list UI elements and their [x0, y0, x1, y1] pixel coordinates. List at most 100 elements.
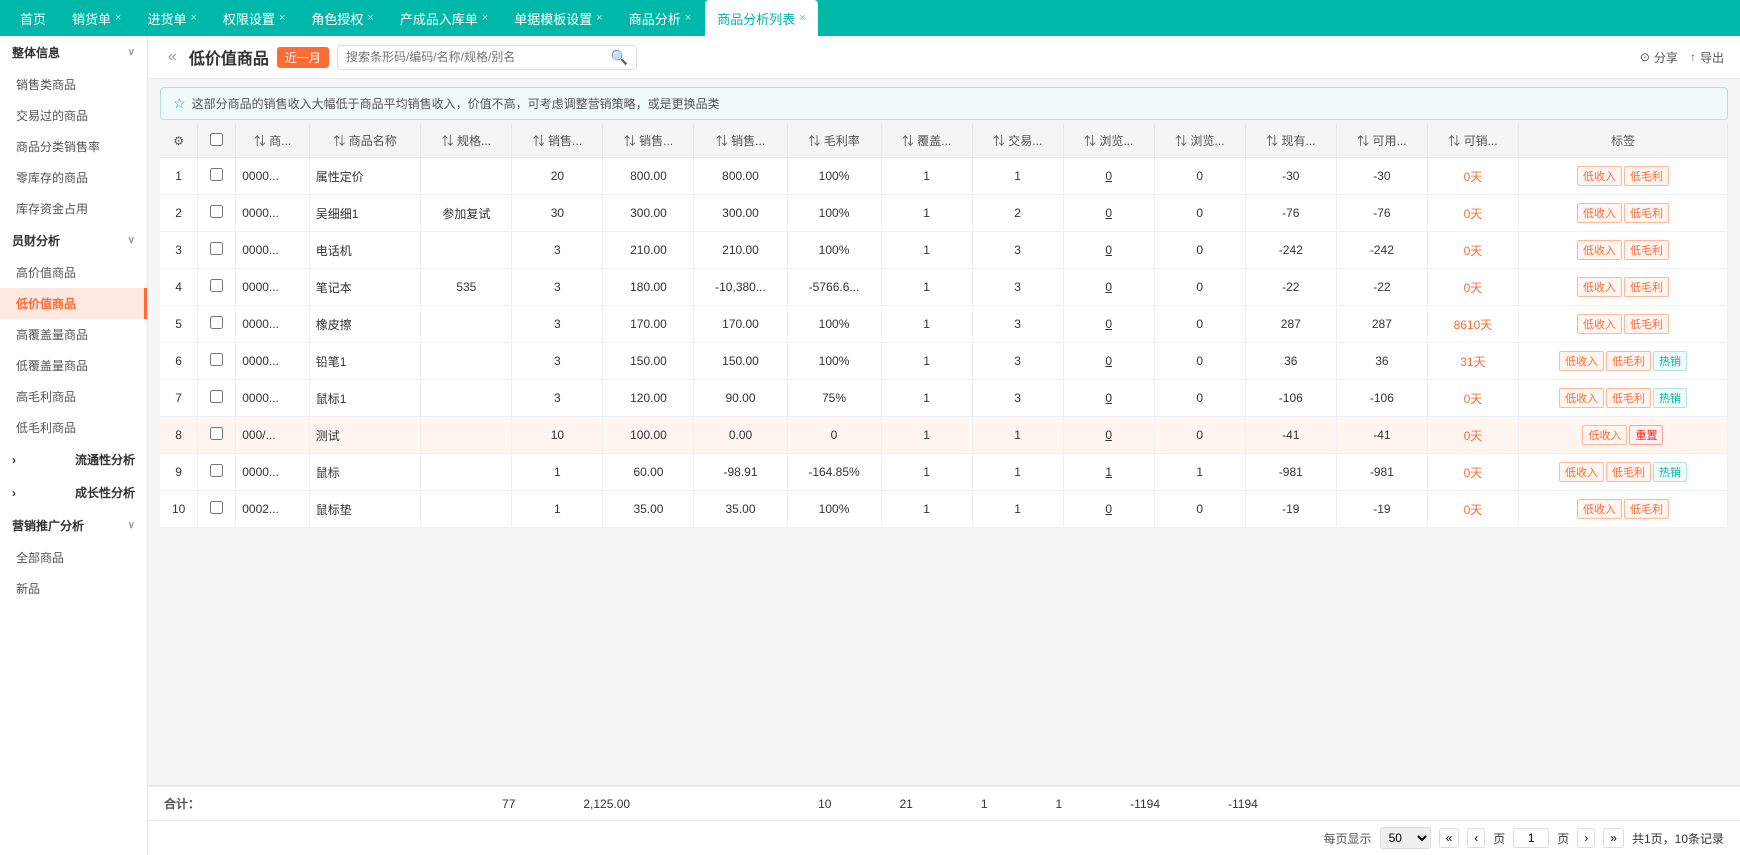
nav-role-auth[interactable]: 角色授权 ×: [299, 0, 385, 36]
sidebar-item-low-margin[interactable]: 低毛利商品: [0, 412, 147, 443]
page-size-select[interactable]: 50 100: [1380, 827, 1431, 849]
export-button[interactable]: ↑ 导出: [1690, 49, 1724, 66]
row-select-checkbox[interactable]: [210, 353, 223, 366]
close-icon[interactable]: ×: [596, 12, 602, 24]
search-input[interactable]: [346, 50, 611, 64]
browse-link[interactable]: 0: [1105, 391, 1112, 405]
search-icon[interactable]: 🔍: [611, 49, 628, 66]
row-select-checkbox[interactable]: [210, 464, 223, 477]
row-select-checkbox[interactable]: [210, 205, 223, 218]
settings-col-header[interactable]: ⚙: [160, 124, 198, 158]
row-settings[interactable]: 4: [160, 269, 198, 306]
row-select-checkbox[interactable]: [210, 279, 223, 292]
browse-link[interactable]: 0: [1105, 317, 1112, 331]
sidebar-item-high-margin[interactable]: 高毛利商品: [0, 381, 147, 412]
close-icon[interactable]: ×: [799, 12, 805, 24]
close-icon[interactable]: ×: [279, 12, 285, 24]
row-settings[interactable]: 7: [160, 380, 198, 417]
row-checkbox[interactable]: [198, 454, 236, 491]
sidebar-group-growth[interactable]: › 成长性分析: [0, 476, 147, 509]
nav-template-settings[interactable]: 单据模板设置 ×: [502, 0, 614, 36]
row-settings[interactable]: 6: [160, 343, 198, 380]
row-settings[interactable]: 8: [160, 417, 198, 454]
sidebar-item-high-coverage[interactable]: 高覆盖量商品: [0, 319, 147, 350]
saleable-col-header[interactable]: ⇅ 可销...: [1427, 124, 1518, 158]
sales-amt-col-header[interactable]: ⇅ 销售...: [603, 124, 694, 158]
row-select-checkbox[interactable]: [210, 390, 223, 403]
close-icon[interactable]: ×: [190, 12, 196, 24]
close-icon[interactable]: ×: [482, 12, 488, 24]
row-browse1[interactable]: 1: [1063, 454, 1154, 491]
row-browse1[interactable]: 0: [1063, 343, 1154, 380]
sales-qty-col-header[interactable]: ⇅ 销售...: [512, 124, 603, 158]
sidebar-item-traded[interactable]: 交易过的商品: [0, 100, 147, 131]
row-settings[interactable]: 9: [160, 454, 198, 491]
row-browse1[interactable]: 0: [1063, 269, 1154, 306]
row-checkbox[interactable]: [198, 343, 236, 380]
code-col-header[interactable]: ⇅ 商...: [236, 124, 310, 158]
gross-rate-col-header[interactable]: ⇅ 毛利率: [787, 124, 881, 158]
row-settings[interactable]: 2: [160, 195, 198, 232]
row-browse1[interactable]: 0: [1063, 232, 1154, 269]
sidebar-group-marketing[interactable]: 营销推广分析 ∨: [0, 509, 147, 542]
row-settings[interactable]: 10: [160, 491, 198, 528]
row-checkbox[interactable]: [198, 269, 236, 306]
sidebar-item-low-value[interactable]: 低价值商品: [0, 288, 147, 319]
browse-link[interactable]: 0: [1105, 280, 1112, 294]
row-browse1[interactable]: 0: [1063, 417, 1154, 454]
sidebar-item-high-value[interactable]: 高价值商品: [0, 257, 147, 288]
last-page-button[interactable]: »: [1603, 828, 1624, 848]
share-button[interactable]: ⊙ 分享: [1640, 49, 1678, 66]
page-number-input[interactable]: [1513, 828, 1549, 848]
sidebar-item-all-products[interactable]: 全部商品: [0, 542, 147, 573]
nav-product-inbound[interactable]: 产成品入库单 ×: [388, 0, 500, 36]
nav-product-analysis[interactable]: 商品分析 ×: [617, 0, 703, 36]
row-checkbox[interactable]: [198, 491, 236, 528]
browse-link[interactable]: 0: [1105, 206, 1112, 220]
available-col-header[interactable]: ⇅ 可用...: [1336, 124, 1427, 158]
close-icon[interactable]: ×: [367, 12, 373, 24]
sidebar-item-capital-occupation[interactable]: 库存资金占用: [0, 193, 147, 224]
row-settings[interactable]: 1: [160, 158, 198, 195]
row-browse1[interactable]: 0: [1063, 158, 1154, 195]
sidebar-group-overall[interactable]: 整体信息 ∨: [0, 36, 147, 69]
close-icon[interactable]: ×: [685, 12, 691, 24]
row-select-checkbox[interactable]: [210, 427, 223, 440]
browse-link[interactable]: 0: [1105, 502, 1112, 516]
row-browse1[interactable]: 0: [1063, 491, 1154, 528]
browse-link[interactable]: 0: [1105, 243, 1112, 257]
coverage-col-header[interactable]: ⇅ 覆盖...: [881, 124, 972, 158]
nav-permission-settings[interactable]: 权限设置 ×: [211, 0, 297, 36]
sidebar-item-category-sales-rate[interactable]: 商品分类销售率: [0, 131, 147, 162]
browse-link[interactable]: 0: [1105, 428, 1112, 442]
row-checkbox[interactable]: [198, 417, 236, 454]
sidebar-collapse-button[interactable]: «: [164, 44, 181, 70]
row-settings[interactable]: 3: [160, 232, 198, 269]
name-col-header[interactable]: ⇅ 商品名称: [309, 124, 421, 158]
nav-sales-order[interactable]: 销货单 ×: [60, 0, 133, 36]
row-browse1[interactable]: 0: [1063, 195, 1154, 232]
row-checkbox[interactable]: [198, 306, 236, 343]
first-page-button[interactable]: «: [1439, 828, 1460, 848]
next-page-button[interactable]: ›: [1577, 828, 1595, 848]
spec-col-header[interactable]: ⇅ 规格...: [421, 124, 512, 158]
browse-link[interactable]: 1: [1105, 465, 1112, 479]
current-col-header[interactable]: ⇅ 现有...: [1245, 124, 1336, 158]
row-select-checkbox[interactable]: [210, 242, 223, 255]
sales-avg-col-header[interactable]: ⇅ 销售...: [694, 124, 787, 158]
trade-col-header[interactable]: ⇅ 交易...: [972, 124, 1063, 158]
nav-product-analysis-list[interactable]: 商品分析列表 ×: [705, 0, 817, 36]
sidebar-group-liquidity[interactable]: › 流通性分析: [0, 443, 147, 476]
sidebar-item-new-products[interactable]: 新品: [0, 573, 147, 604]
nav-home[interactable]: 首页: [8, 0, 58, 36]
prev-page-button[interactable]: ‹: [1467, 828, 1485, 848]
nav-purchase-order[interactable]: 进货单 ×: [135, 0, 208, 36]
sidebar-group-employee-finance[interactable]: 员财分析 ∨: [0, 224, 147, 257]
browse2-col-header[interactable]: ⇅ 浏览...: [1154, 124, 1245, 158]
browse-link[interactable]: 0: [1105, 169, 1112, 183]
row-browse1[interactable]: 0: [1063, 306, 1154, 343]
row-select-checkbox[interactable]: [210, 168, 223, 181]
checkbox-col-header[interactable]: [198, 124, 236, 158]
browse1-col-header[interactable]: ⇅ 浏览...: [1063, 124, 1154, 158]
row-select-checkbox[interactable]: [210, 316, 223, 329]
